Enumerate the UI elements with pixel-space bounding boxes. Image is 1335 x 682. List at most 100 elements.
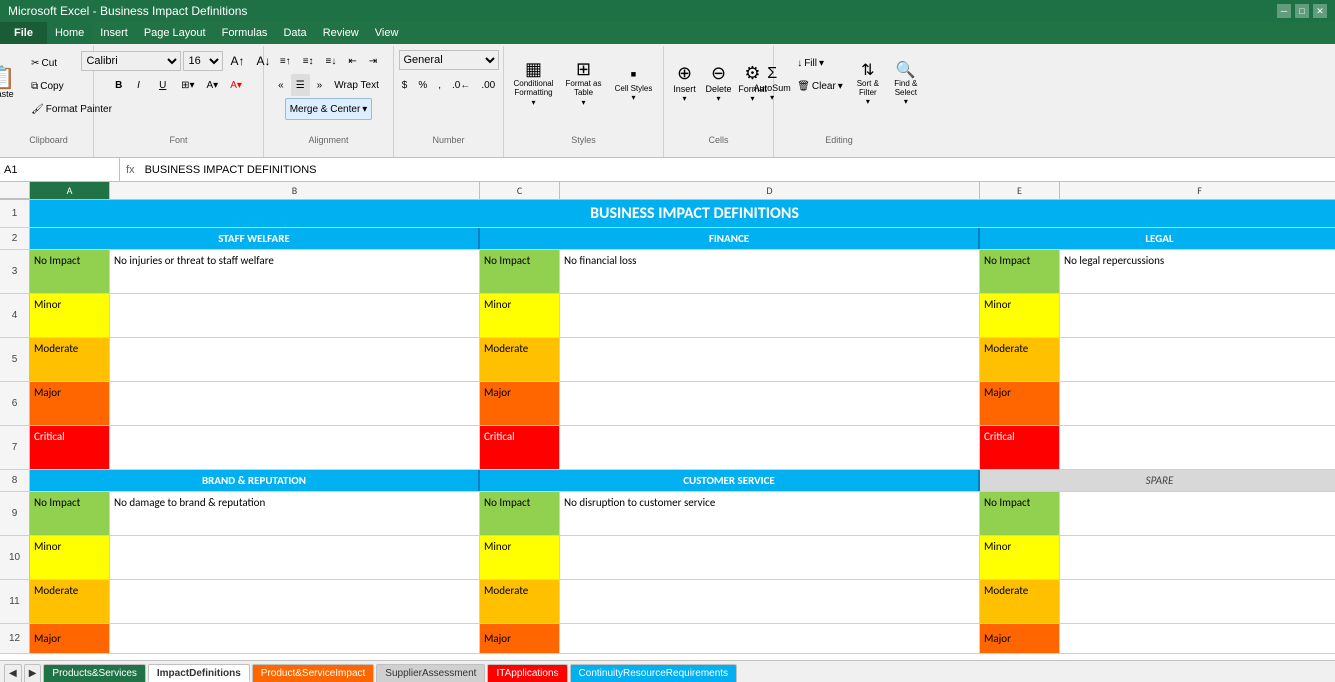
cell-b11[interactable] (110, 580, 480, 623)
cell-b10[interactable] (110, 536, 480, 579)
percent-button[interactable]: % (413, 74, 432, 96)
cell-f7[interactable] (1060, 426, 1335, 469)
increase-font-button[interactable]: A↑ (225, 50, 249, 72)
cell-a12[interactable]: Major (30, 624, 110, 653)
cell-c3[interactable]: No Impact (480, 250, 560, 293)
fill-button[interactable]: ↓ Fill▾ (792, 52, 848, 74)
bold-button[interactable]: B (110, 74, 130, 96)
cell-styles-button[interactable]: ▪ Cell Styles ▾ (610, 50, 658, 116)
minimize-button[interactable]: ─ (1277, 4, 1291, 18)
cell-f11[interactable] (1060, 580, 1335, 623)
sort-filter-button[interactable]: ⇅ Sort & Filter ▾ (850, 50, 886, 116)
insert-button[interactable]: ⊕ Insert ▾ (669, 50, 701, 116)
cell-f9[interactable] (1060, 492, 1335, 535)
cell-f3[interactable]: No legal repercussions (1060, 250, 1335, 293)
col-header-b[interactable]: B (110, 182, 480, 199)
cell-a10[interactable]: Minor (30, 536, 110, 579)
cell-e5[interactable]: Moderate (980, 338, 1060, 381)
number-format-select[interactable]: General (399, 50, 499, 70)
format-as-table-button[interactable]: ⊞ Format as Table ▾ (560, 50, 608, 116)
cell-e7[interactable]: Critical (980, 426, 1060, 469)
cell-f6[interactable] (1060, 382, 1335, 425)
cell-b7[interactable] (110, 426, 480, 469)
border-button[interactable]: ⊞▾ (176, 74, 199, 96)
cell-b6[interactable] (110, 382, 480, 425)
clear-button[interactable]: 🗑 Clear▾ (792, 75, 848, 97)
decrease-decimal-button[interactable]: .0← (447, 74, 475, 96)
cell-d10[interactable] (560, 536, 980, 579)
currency-button[interactable]: $ (397, 74, 413, 96)
col-header-a[interactable]: A (30, 182, 110, 199)
menu-home[interactable]: Home (47, 22, 92, 44)
cell-c4[interactable]: Minor (480, 294, 560, 337)
menu-insert[interactable]: Insert (92, 22, 136, 44)
align-right-button[interactable]: » (312, 74, 328, 96)
cell-d12[interactable] (560, 624, 980, 653)
align-left-top-button[interactable]: ≡↑ (275, 50, 296, 72)
font-name-select[interactable]: Calibri (81, 51, 181, 71)
cell-e10[interactable]: Minor (980, 536, 1060, 579)
cell-c5[interactable]: Moderate (480, 338, 560, 381)
menu-page-layout[interactable]: Page Layout (136, 22, 214, 44)
cell-e8[interactable]: SPARE (980, 470, 1335, 491)
align-right-bottom-button[interactable]: ≡↓ (321, 50, 342, 72)
cell-d4[interactable] (560, 294, 980, 337)
sheet-tab-supplier-assessment[interactable]: SupplierAssessment (376, 664, 485, 682)
cell-d11[interactable] (560, 580, 980, 623)
cell-c12[interactable]: Major (480, 624, 560, 653)
cell-f10[interactable] (1060, 536, 1335, 579)
cell-d6[interactable] (560, 382, 980, 425)
cell-d3[interactable]: No financial loss (560, 250, 980, 293)
indent-increase-button[interactable]: ⇥ (364, 50, 382, 72)
cell-f4[interactable] (1060, 294, 1335, 337)
name-box[interactable]: A1 (0, 158, 120, 181)
cell-a8[interactable]: BRAND & REPUTATION (30, 470, 480, 491)
align-left-button[interactable]: « (273, 74, 289, 96)
cell-c10[interactable]: Minor (480, 536, 560, 579)
cell-f12[interactable] (1060, 624, 1335, 653)
cell-b12[interactable] (110, 624, 480, 653)
sheet-tab-product-service-impact[interactable]: Product&ServiceImpact (252, 664, 375, 682)
cell-e6[interactable]: Major (980, 382, 1060, 425)
font-size-select[interactable]: 16 (183, 51, 223, 71)
cell-e12[interactable]: Major (980, 624, 1060, 653)
indent-decrease-button[interactable]: ⇤ (343, 50, 361, 72)
cell-b4[interactable] (110, 294, 480, 337)
sheet-tab-it-applications[interactable]: ITApplications (487, 664, 567, 682)
align-center-mid-button[interactable]: ≡↕ (298, 50, 319, 72)
tab-nav-prev[interactable]: ◀ (4, 664, 22, 682)
cell-e4[interactable]: Minor (980, 294, 1060, 337)
formula-input[interactable]: BUSINESS IMPACT DEFINITIONS (141, 164, 1335, 176)
col-header-e[interactable]: E (980, 182, 1060, 199)
cell-a9[interactable]: No Impact (30, 492, 110, 535)
cell-e9[interactable]: No Impact (980, 492, 1060, 535)
tab-nav-next[interactable]: ▶ (24, 664, 42, 682)
close-button[interactable]: ✕ (1313, 4, 1327, 18)
cell-c6[interactable]: Major (480, 382, 560, 425)
cell-a4[interactable]: Minor (30, 294, 110, 337)
col-header-f[interactable]: F (1060, 182, 1335, 199)
merge-center-button[interactable]: Merge & Center▾ (285, 98, 373, 120)
menu-review[interactable]: Review (315, 22, 367, 44)
cell-d7[interactable] (560, 426, 980, 469)
cell-a1[interactable]: BUSINESS IMPACT DEFINITIONS (30, 200, 1335, 227)
cell-c2[interactable]: FINANCE (480, 228, 980, 249)
autosum-button[interactable]: Σ AutoSum ▾ (754, 50, 790, 116)
cell-a6[interactable]: Major (30, 382, 110, 425)
menu-data[interactable]: Data (275, 22, 314, 44)
col-header-c[interactable]: C (480, 182, 560, 199)
cell-e2[interactable]: LEGAL (980, 228, 1335, 249)
sheet-tab-impact-definitions[interactable]: ImpactDefinitions (148, 664, 250, 682)
font-color-button[interactable]: A▾ (225, 74, 247, 96)
cell-c11[interactable]: Moderate (480, 580, 560, 623)
col-header-d[interactable]: D (560, 182, 980, 199)
wrap-text-button[interactable]: Wrap Text (329, 74, 384, 96)
cell-b5[interactable] (110, 338, 480, 381)
increase-decimal-button[interactable]: .00 (476, 74, 500, 96)
comma-button[interactable]: , (433, 74, 446, 96)
cell-e3[interactable]: No Impact (980, 250, 1060, 293)
cell-b3[interactable]: No injuries or threat to staff welfare (110, 250, 480, 293)
underline-button[interactable]: U (154, 74, 174, 96)
menu-formulas[interactable]: Formulas (214, 22, 276, 44)
cell-d9[interactable]: No disruption to customer service (560, 492, 980, 535)
